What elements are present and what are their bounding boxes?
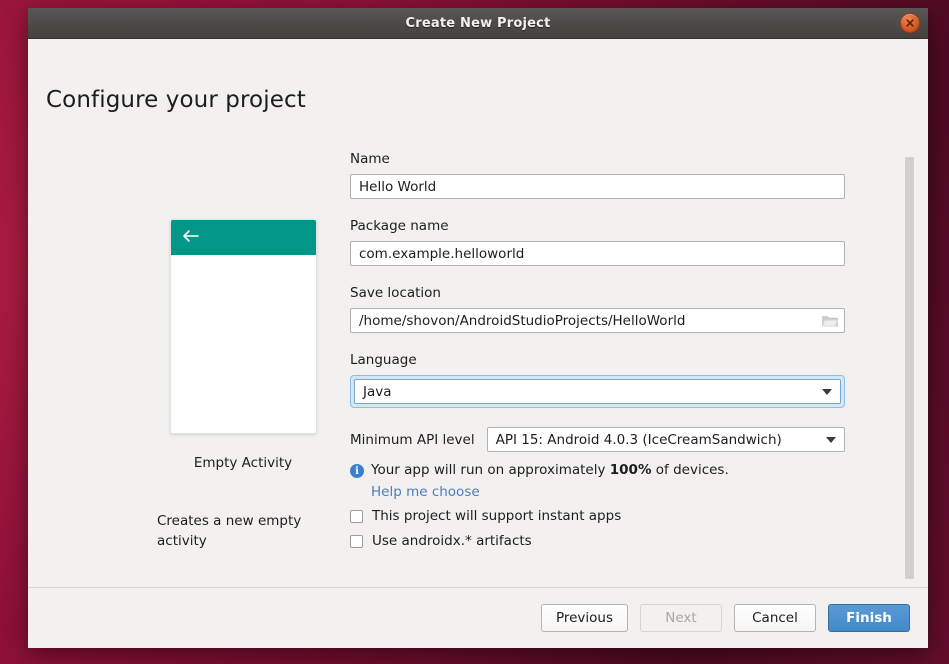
window-title: Create New Project <box>405 15 551 31</box>
template-description: Creates a new empty activity <box>157 513 302 549</box>
template-name: Empty Activity <box>193 455 293 471</box>
save-location-input[interactable]: /home/shovon/AndroidStudioProjects/Hello… <box>350 308 845 333</box>
dialog-body: Configure your project Empty Activity Cr… <box>28 39 928 587</box>
androidx-checkbox-row[interactable]: Use androidx.* artifacts <box>350 533 845 549</box>
min-api-combo-value: API 15: Android 4.0.3 (IceCreamSandwich) <box>495 431 782 448</box>
device-coverage-info: i Your app will run on approximately 100… <box>350 462 845 478</box>
chevron-down-icon <box>822 388 832 395</box>
project-form: Name Hello World Package name com.exampl… <box>350 151 845 549</box>
save-location-label: Save location <box>350 285 441 301</box>
package-name-input-wrap: com.example.helloworld <box>350 241 845 266</box>
folder-icon[interactable] <box>822 314 838 327</box>
min-api-combo[interactable]: API 15: Android 4.0.3 (IceCreamSandwich) <box>486 427 845 452</box>
cancel-button[interactable]: Cancel <box>734 604 816 632</box>
coverage-percent: 100% <box>609 462 652 478</box>
language-combo-value: Java <box>363 383 392 400</box>
chevron-down-icon <box>826 436 836 443</box>
min-api-label: Minimum API level <box>350 431 475 448</box>
name-input[interactable]: Hello World <box>350 174 845 199</box>
save-location-input-wrap: /home/shovon/AndroidStudioProjects/Hello… <box>350 308 845 333</box>
instant-apps-checkbox[interactable] <box>350 509 363 523</box>
form-scrollbar-thumb[interactable] <box>905 157 914 579</box>
language-combo[interactable]: Java <box>354 379 841 404</box>
close-icon[interactable] <box>900 13 920 33</box>
field-group-min-api: Minimum API level API 15: Android 4.0.3 … <box>350 427 845 452</box>
form-scroll-area: Name Hello World Package name com.exampl… <box>350 151 928 587</box>
finish-button[interactable]: Finish <box>828 604 910 632</box>
next-button: Next <box>640 604 722 632</box>
device-coverage-text: Your app will run on approximately 100% … <box>371 462 729 478</box>
language-combo-focus-ring: Java <box>350 375 845 408</box>
field-group-language: Language Java <box>350 352 845 408</box>
previous-button[interactable]: Previous <box>540 604 628 632</box>
thumbnail-content-area <box>170 255 316 433</box>
name-input-wrap: Hello World <box>350 174 845 199</box>
template-thumbnail <box>169 219 317 434</box>
info-icon: i <box>350 464 364 478</box>
language-label: Language <box>350 352 417 368</box>
field-group-package: Package name com.example.helloworld <box>350 218 845 266</box>
back-arrow-icon <box>182 228 199 247</box>
dialog-footer: Previous Next Cancel Finish <box>28 587 928 648</box>
androidx-checkbox[interactable] <box>350 534 363 548</box>
form-scrollbar-track[interactable] <box>905 151 914 587</box>
name-label: Name <box>350 151 390 167</box>
package-name-label: Package name <box>350 218 449 234</box>
create-new-project-dialog: Create New Project Configure your projec… <box>28 8 928 648</box>
help-me-choose-link[interactable]: Help me choose <box>371 484 480 500</box>
template-preview-panel: Empty Activity Creates a new empty activ… <box>128 219 358 551</box>
package-name-input[interactable]: com.example.helloworld <box>350 241 845 266</box>
instant-apps-checkbox-row[interactable]: This project will support instant apps <box>350 508 845 524</box>
coverage-text-after: of devices. <box>651 462 729 478</box>
field-group-name: Name Hello World <box>350 151 845 199</box>
thumbnail-app-bar <box>170 220 316 255</box>
window-title-bar: Create New Project <box>28 8 928 39</box>
min-api-combo-wrap: API 15: Android 4.0.3 (IceCreamSandwich) <box>486 427 845 452</box>
field-group-save-location: Save location /home/shovon/AndroidStudio… <box>350 285 845 333</box>
coverage-text-before: Your app will run on approximately <box>371 462 610 478</box>
instant-apps-label: This project will support instant apps <box>372 508 622 524</box>
androidx-label: Use androidx.* artifacts <box>372 533 532 549</box>
page-title: Configure your project <box>46 87 306 113</box>
